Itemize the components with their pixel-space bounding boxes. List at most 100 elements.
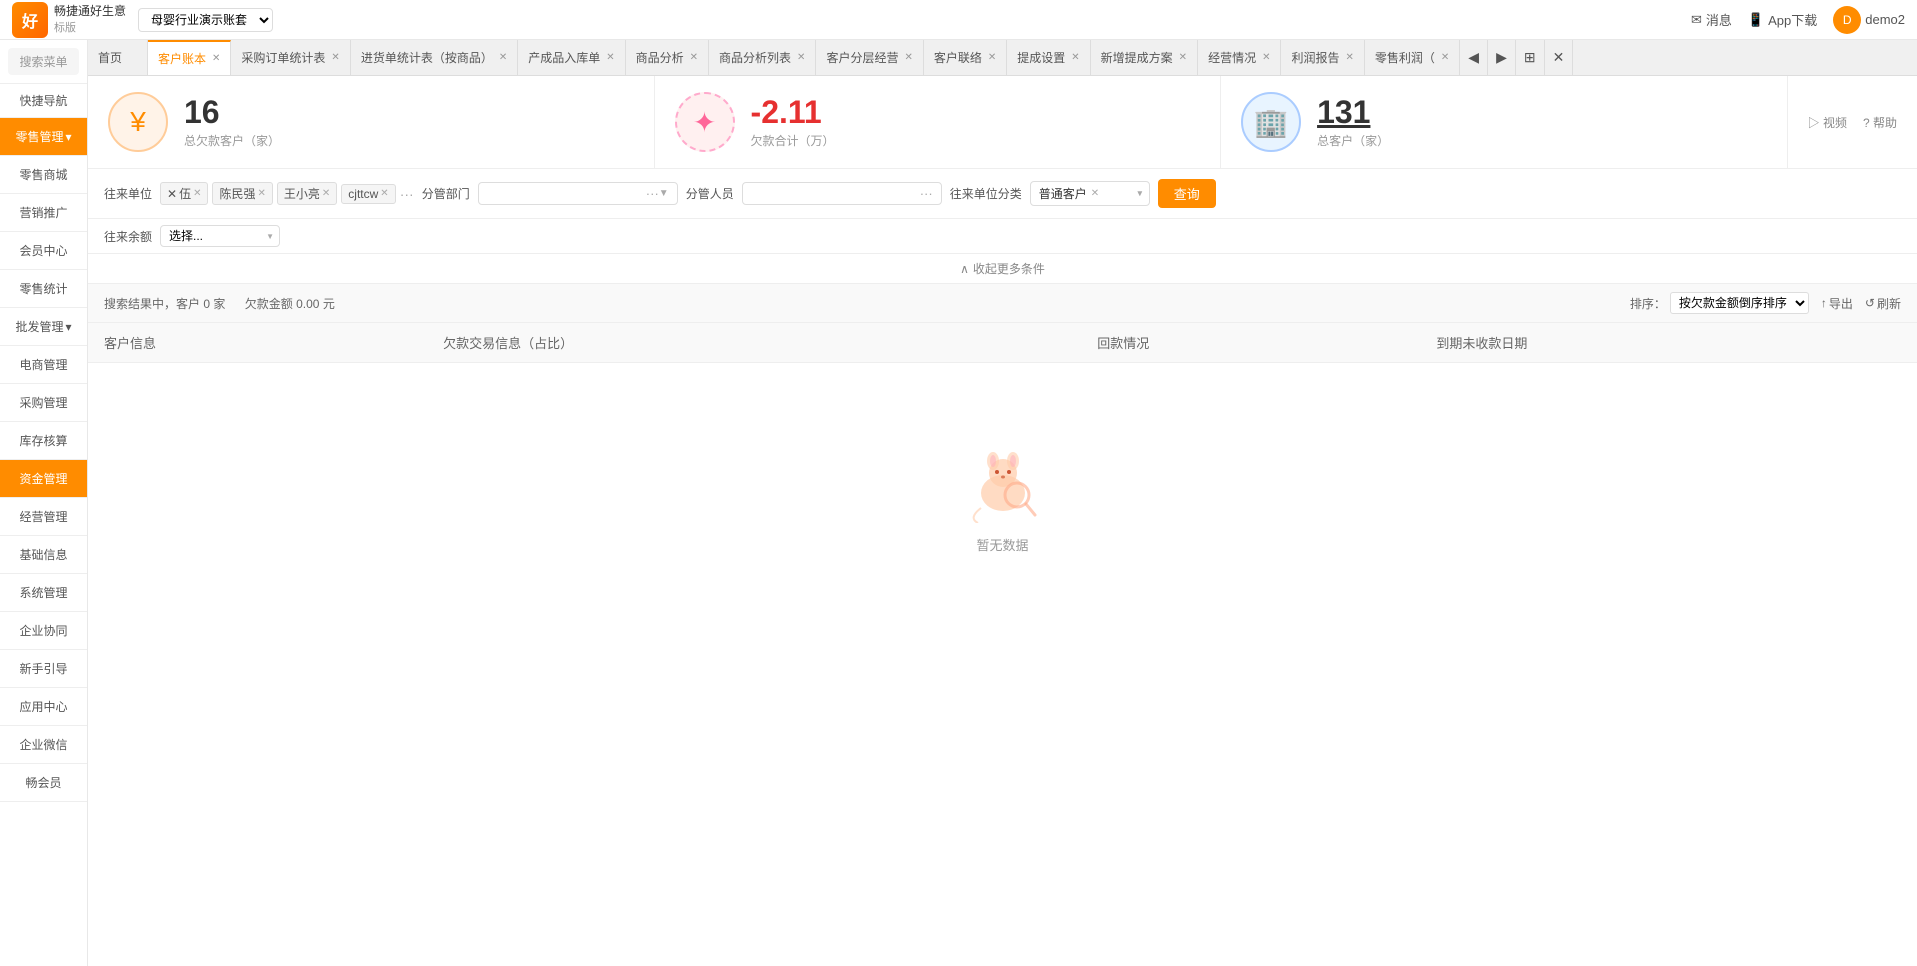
sidebar-item-vip-member[interactable]: 畅会员 bbox=[0, 764, 87, 802]
sidebar-item-wholesale-mgmt[interactable]: 批发管理 ▾ bbox=[0, 308, 87, 346]
balance-select[interactable]: 选择... bbox=[160, 225, 280, 247]
result-info: 搜索结果中，客户 0 家 欠款金额 0.00 元 bbox=[104, 295, 335, 312]
close-tab-profit-report[interactable]: ✕ bbox=[1345, 52, 1353, 63]
remove-category-tag[interactable]: ✕ bbox=[1091, 188, 1099, 199]
more-tags-btn[interactable]: ··· bbox=[400, 186, 414, 202]
sidebar-item-capital-mgmt[interactable]: 资金管理 bbox=[0, 460, 87, 498]
yuan-icon: ¥ bbox=[130, 106, 146, 138]
filter-tag-company[interactable]: ✕ 伍 ✕ bbox=[160, 182, 208, 205]
result-bar: 搜索结果中，客户 0 家 欠款金额 0.00 元 排序： 按欠款金额倒序排序 bbox=[88, 284, 1917, 323]
tab-home[interactable]: 首页 bbox=[88, 40, 148, 75]
sidebar-item-basic-info[interactable]: 基础信息 bbox=[0, 536, 87, 574]
sidebar-item-retail-mall[interactable]: 零售商城 bbox=[0, 156, 87, 194]
dept-dots-btn[interactable]: ··· bbox=[646, 186, 659, 201]
person-input[interactable] bbox=[751, 187, 920, 201]
filter-row-2: 往来余额 选择... bbox=[88, 219, 1917, 254]
close-tab-cost-in[interactable]: ✕ bbox=[606, 52, 614, 63]
close-tab-ops-situation[interactable]: ✕ bbox=[1262, 52, 1270, 63]
export-btn[interactable]: ↑ 导出 bbox=[1821, 295, 1853, 312]
stat-block-debt-customers: ¥ 16 总欠款客户（家） bbox=[88, 76, 655, 168]
person-dots-btn[interactable]: ··· bbox=[920, 186, 933, 201]
sidebar-item-enterprise-coop[interactable]: 企业协同 bbox=[0, 612, 87, 650]
sidebar-item-ecom-mgmt[interactable]: 电商管理 bbox=[0, 346, 87, 384]
tab-customer-contact[interactable]: 客户联络 ✕ bbox=[924, 40, 1007, 75]
tab-customer-segment[interactable]: 客户分层经营 ✕ bbox=[816, 40, 923, 75]
tab-ops-situation[interactable]: 经营情况 ✕ bbox=[1198, 40, 1281, 75]
remove-tag-company[interactable]: ✕ bbox=[193, 188, 201, 199]
sidebar-item-retail-mgmt[interactable]: 零售管理 ▾ bbox=[0, 118, 87, 156]
video-btn[interactable]: ▷ 视频 bbox=[1808, 114, 1847, 131]
sidebar-quick-nav[interactable]: 快捷导航 bbox=[0, 84, 87, 118]
sidebar-item-member-center[interactable]: 会员中心 bbox=[0, 232, 87, 270]
sidebar-item-enterprise-wx[interactable]: 企业微信 bbox=[0, 726, 87, 764]
sidebar: 搜索菜单 快捷导航 零售管理 ▾ 零售商城 营销推广 会员中心 零售统计 批发管… bbox=[0, 40, 88, 966]
sidebar-item-new-guide[interactable]: 新手引导 bbox=[0, 650, 87, 688]
empty-icon bbox=[953, 443, 1053, 523]
sort-select-wrap: 排序： 按欠款金额倒序排序 bbox=[1630, 292, 1809, 314]
stat-value-total-customers: 131 bbox=[1317, 96, 1389, 128]
app-download-btn[interactable]: 📱 App下载 bbox=[1748, 10, 1817, 29]
close-tab-add-promotion[interactable]: ✕ bbox=[1179, 52, 1187, 63]
tab-profit-report[interactable]: 利润报告 ✕ bbox=[1281, 40, 1364, 75]
tab-product-analysis-list[interactable]: 商品分析列表 ✕ bbox=[709, 40, 816, 75]
sidebar-search-area: 搜索菜单 bbox=[0, 40, 87, 84]
close-tab-product-analysis-list[interactable]: ✕ bbox=[797, 52, 805, 63]
sidebar-item-retail-stats[interactable]: 零售统计 bbox=[0, 270, 87, 308]
col-repayment: 回款情况 bbox=[1081, 323, 1420, 363]
close-tab-purchase-order-stats[interactable]: ✕ bbox=[331, 52, 339, 63]
filter-tag-person2[interactable]: 王小亮 ✕ bbox=[277, 182, 337, 205]
chevron-icon: ▾ bbox=[65, 130, 71, 144]
stat-label-debt-customers: 总欠款客户（家） bbox=[184, 132, 280, 149]
sidebar-item-sys-mgmt[interactable]: 系统管理 bbox=[0, 574, 87, 612]
account-selector[interactable]: 母婴行业演示账套 bbox=[138, 8, 273, 32]
user-area[interactable]: D demo2 bbox=[1833, 6, 1905, 34]
tab-retail-profit[interactable]: 零售利润（ ✕ bbox=[1365, 40, 1460, 75]
collapse-button[interactable]: ∧ 收起更多条件 bbox=[960, 260, 1045, 277]
close-tab-product-analysis[interactable]: ✕ bbox=[690, 52, 698, 63]
refresh-btn[interactable]: ↺ 刷新 bbox=[1865, 295, 1901, 312]
help-btn[interactable]: ? 帮助 bbox=[1863, 114, 1897, 131]
sidebar-item-app-center[interactable]: 应用中心 bbox=[0, 688, 87, 726]
close-tab-customer-segment[interactable]: ✕ bbox=[904, 52, 912, 63]
logo-main-text: 畅捷通好生意 bbox=[54, 4, 126, 18]
sidebar-item-ops-mgmt[interactable]: 经营管理 bbox=[0, 498, 87, 536]
query-button[interactable]: 查询 bbox=[1158, 179, 1216, 208]
filter-row-1: 往来单位 ✕ 伍 ✕ 陈民强 ✕ 王小亮 ✕ bbox=[88, 169, 1917, 219]
tab-customer-accounts[interactable]: 客户账本 ✕ bbox=[148, 40, 231, 75]
sort-select[interactable]: 按欠款金额倒序排序 bbox=[1670, 292, 1809, 314]
sidebar-item-inventory[interactable]: 库存核算 bbox=[0, 422, 87, 460]
category-select[interactable]: 普通客户 ✕ bbox=[1030, 181, 1150, 206]
person-input-wrap: ··· bbox=[742, 182, 942, 205]
close-tab-customer-accounts[interactable]: ✕ bbox=[212, 53, 220, 64]
empty-label: 暂无数据 bbox=[976, 535, 1028, 554]
tab-nav-prev[interactable]: ◀ bbox=[1460, 40, 1488, 75]
tab-purchase-order-stats[interactable]: 采购订单统计表 ✕ bbox=[231, 40, 350, 75]
close-tab-customer-contact[interactable]: ✕ bbox=[988, 52, 996, 63]
filter-tag-system[interactable]: cjttcw ✕ bbox=[341, 184, 395, 204]
close-tab-incoming-stats[interactable]: ✕ bbox=[499, 52, 507, 63]
tab-product-analysis[interactable]: 商品分析 ✕ bbox=[626, 40, 709, 75]
col-customer-info: 客户信息 bbox=[88, 323, 427, 363]
remove-tag-person2[interactable]: ✕ bbox=[322, 188, 330, 199]
close-tab-promotion-settings[interactable]: ✕ bbox=[1071, 52, 1079, 63]
col-debt-info: 欠款交易信息（占比） bbox=[427, 323, 1081, 363]
sidebar-item-marketing[interactable]: 营销推广 bbox=[0, 194, 87, 232]
remove-tag-person1[interactable]: ✕ bbox=[258, 188, 266, 199]
message-btn[interactable]: ✉ 消息 bbox=[1691, 10, 1732, 29]
tab-promotion-settings[interactable]: 提成设置 ✕ bbox=[1007, 40, 1090, 75]
tab-nav-expand[interactable]: ⊞ bbox=[1516, 40, 1545, 75]
dept-input[interactable] bbox=[487, 187, 646, 201]
category-select-wrap: 普通客户 ✕ ▼ bbox=[1030, 181, 1150, 206]
person-label: 分管人员 bbox=[686, 185, 734, 202]
tab-add-promotion[interactable]: 新增提成方案 ✕ bbox=[1091, 40, 1198, 75]
tab-incoming-stats[interactable]: 进货单统计表（按商品） ✕ bbox=[351, 40, 518, 75]
sidebar-item-purchase-mgmt[interactable]: 采购管理 bbox=[0, 384, 87, 422]
tab-nav-close-all[interactable]: ✕ bbox=[1545, 40, 1574, 75]
close-tab-retail-profit[interactable]: ✕ bbox=[1441, 52, 1449, 63]
tab-nav-next[interactable]: ▶ bbox=[1488, 40, 1516, 75]
search-menu-button[interactable]: 搜索菜单 bbox=[8, 48, 79, 75]
remove-tag-system[interactable]: ✕ bbox=[380, 188, 388, 199]
tab-cost-in[interactable]: 产成品入库单 ✕ bbox=[518, 40, 625, 75]
logo-text-block: 畅捷通好生意 标版 bbox=[54, 4, 126, 34]
filter-tag-person1[interactable]: 陈民强 ✕ bbox=[212, 182, 272, 205]
